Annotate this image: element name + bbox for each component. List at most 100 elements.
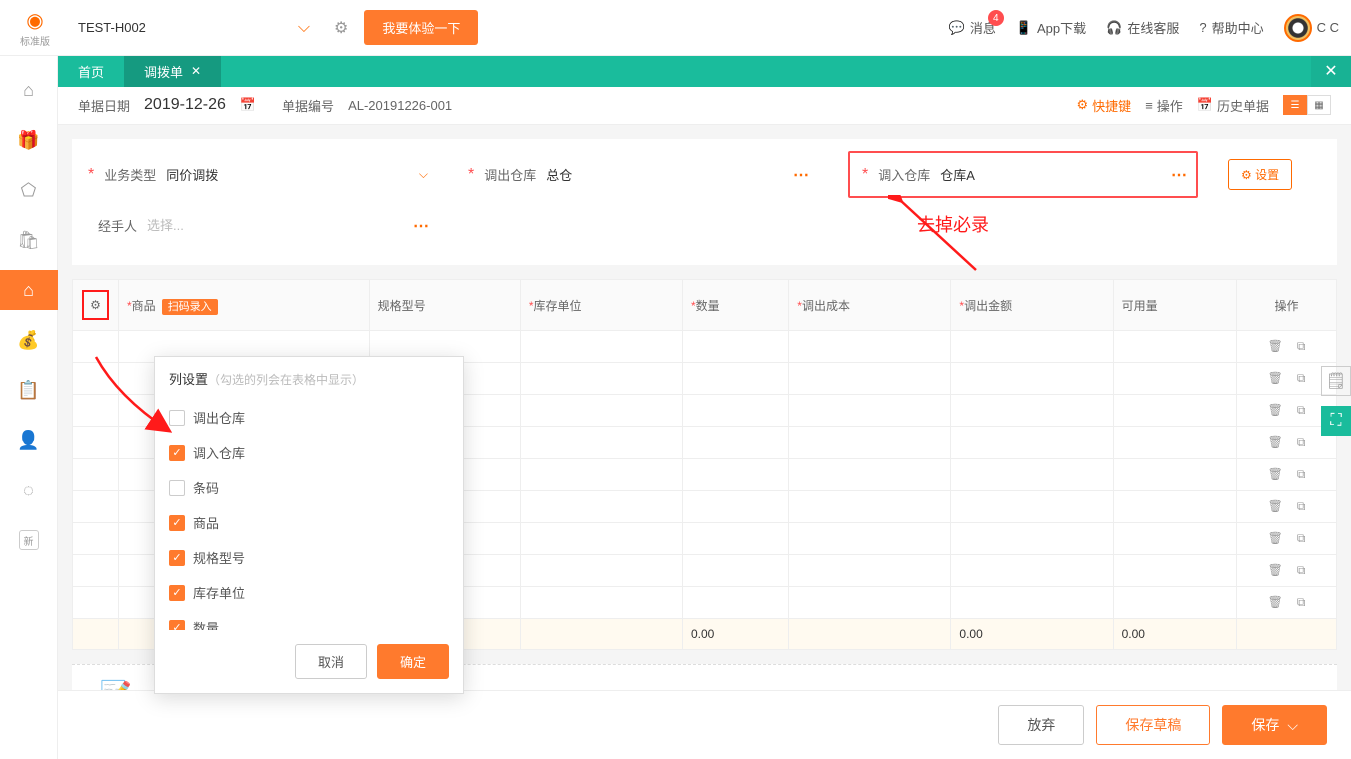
nav-clipboard-icon[interactable]: 📋 bbox=[19, 380, 39, 400]
col-out-amount: *调出金额 bbox=[951, 280, 1113, 331]
store-name: TEST-H002 bbox=[78, 20, 146, 35]
close-icon[interactable]: ✕ bbox=[191, 64, 201, 78]
gear-icon: ⚙ bbox=[1241, 168, 1252, 182]
logo[interactable]: ◉ 标准版 bbox=[12, 8, 58, 48]
nav-gift-icon[interactable]: 🎁 bbox=[19, 130, 39, 150]
list-icon: ≡ bbox=[1145, 98, 1153, 113]
nav-contact-icon[interactable]: 👤 bbox=[19, 430, 39, 450]
delete-icon[interactable]: 🗑 bbox=[1268, 403, 1283, 418]
doc-no-label: 单据编号 bbox=[282, 96, 334, 115]
handler-field[interactable]: 经手人 ⋯ bbox=[88, 216, 438, 235]
copy-icon[interactable]: ⧉ bbox=[1297, 563, 1306, 578]
copy-icon[interactable]: ⧉ bbox=[1297, 435, 1306, 450]
operate-link[interactable]: ≡操作 bbox=[1145, 96, 1183, 115]
annotation-arrow-icon bbox=[888, 195, 988, 285]
gear-icon[interactable]: ⚙ bbox=[334, 18, 348, 38]
handler-input[interactable] bbox=[147, 218, 438, 233]
more-icon[interactable]: ⋯ bbox=[793, 165, 808, 185]
delete-icon[interactable]: 🗑 bbox=[1268, 435, 1283, 450]
scan-button[interactable]: 扫码录入 bbox=[162, 299, 218, 315]
copy-icon[interactable]: ⧉ bbox=[1297, 339, 1306, 354]
nav-money-icon[interactable]: 💰 bbox=[19, 330, 39, 350]
nav-loading-icon[interactable]: ◌ bbox=[19, 480, 39, 500]
annotation-text: 去掉必录 bbox=[917, 211, 989, 237]
save-button[interactable]: 保存⌵ bbox=[1222, 705, 1327, 745]
copy-icon[interactable]: ⧉ bbox=[1297, 371, 1306, 386]
in-store-field[interactable]: *调入仓库 仓库A ⋯ bbox=[848, 151, 1198, 198]
column-option[interactable]: ✓规格型号 bbox=[169, 540, 449, 575]
column-option[interactable]: ✓库存单位 bbox=[169, 575, 449, 610]
delete-icon[interactable]: 🗑 bbox=[1268, 371, 1283, 386]
history-link[interactable]: 📅历史单据 bbox=[1197, 96, 1269, 115]
calendar-icon[interactable]: 📅 bbox=[240, 97, 256, 113]
close-all-icon[interactable]: ✕ bbox=[1311, 56, 1351, 87]
nav-bag-icon[interactable]: 🛍 bbox=[19, 230, 39, 250]
copy-icon[interactable]: ⧉ bbox=[1297, 595, 1306, 610]
headset-icon: 🎧 bbox=[1106, 20, 1122, 36]
nav-home-icon[interactable]: ⌂ bbox=[19, 80, 39, 100]
view-list-icon[interactable]: ☰ bbox=[1283, 95, 1307, 115]
online-service-link[interactable]: 🎧 在线客服 bbox=[1106, 18, 1179, 37]
nav-tag-icon[interactable]: ⬠ bbox=[19, 180, 39, 200]
column-option[interactable]: ✓调入仓库 bbox=[169, 435, 449, 470]
save-draft-button[interactable]: 保存草稿 bbox=[1096, 705, 1210, 745]
column-option[interactable]: 调出仓库 bbox=[169, 400, 449, 435]
sum-avail: 0.00 bbox=[1113, 619, 1236, 650]
column-option[interactable]: 条码 bbox=[169, 470, 449, 505]
delete-icon[interactable]: 🗑 bbox=[1268, 467, 1283, 482]
try-button[interactable]: 我要体验一下 bbox=[364, 10, 478, 45]
chevron-down-icon: ⌵ bbox=[298, 19, 310, 37]
doc-no-value: AL-20191226-001 bbox=[348, 98, 452, 113]
messages-link[interactable]: 💬 消息 4 bbox=[949, 18, 996, 37]
column-option[interactable]: ✓数量 bbox=[169, 610, 449, 630]
delete-icon[interactable]: 🗑 bbox=[1268, 563, 1283, 578]
tab-home[interactable]: 首页 bbox=[58, 56, 124, 87]
out-store-field[interactable]: *调出仓库 总仓 ⋯ bbox=[468, 165, 818, 184]
expand-icon[interactable]: ⛶ bbox=[1321, 406, 1351, 436]
copy-icon[interactable]: ⧉ bbox=[1297, 499, 1306, 514]
phone-icon: 📱 bbox=[1016, 20, 1032, 36]
abandon-button[interactable]: 放弃 bbox=[998, 705, 1084, 745]
chevron-down-icon: ⌵ bbox=[419, 167, 428, 182]
checkbox-icon: ✓ bbox=[169, 585, 185, 601]
col-qty: *数量 bbox=[682, 280, 788, 331]
settings-button[interactable]: ⚙ 设置 bbox=[1228, 159, 1292, 190]
more-icon[interactable]: ⋯ bbox=[1171, 165, 1186, 185]
app-download-link[interactable]: 📱 App下载 bbox=[1016, 18, 1086, 37]
doc-date-value[interactable]: 2019-12-26 bbox=[144, 96, 226, 114]
doc-toolbar: 单据日期 2019-12-26 📅 单据编号 AL-20191226-001 ⚙… bbox=[58, 87, 1351, 125]
col-out-cost: *调出成本 bbox=[789, 280, 951, 331]
column-settings-button[interactable]: ⚙ bbox=[82, 290, 109, 320]
help-center-link[interactable]: ? 帮助中心 bbox=[1199, 18, 1263, 37]
nav-warehouse-icon[interactable]: ⌂ bbox=[0, 270, 58, 310]
tab-transfer[interactable]: 调拨单 ✕ bbox=[124, 56, 221, 87]
column-list[interactable]: 调出仓库✓调入仓库条码✓商品✓规格型号✓库存单位✓数量单位2 bbox=[155, 400, 463, 630]
copy-icon[interactable]: ⧉ bbox=[1297, 403, 1306, 418]
header-right: 💬 消息 4 📱 App下载 🎧 在线客服 ? 帮助中心 C C bbox=[949, 14, 1339, 42]
confirm-button[interactable]: 确定 bbox=[377, 644, 449, 679]
copy-icon[interactable]: ⧉ bbox=[1297, 467, 1306, 482]
cancel-button[interactable]: 取消 bbox=[295, 644, 367, 679]
user-menu[interactable]: C C bbox=[1284, 14, 1339, 42]
copy-icon[interactable]: ⧉ bbox=[1297, 531, 1306, 546]
delete-icon[interactable]: 🗑 bbox=[1268, 531, 1283, 546]
view-grid-icon[interactable]: ▦ bbox=[1307, 95, 1331, 115]
shortcut-link[interactable]: ⚙快捷键 bbox=[1077, 96, 1132, 115]
delete-icon[interactable]: 🗑 bbox=[1268, 499, 1283, 514]
biz-type-field[interactable]: *业务类型 同价调拨 ⌵ bbox=[88, 165, 438, 184]
chat-icon: 💬 bbox=[949, 20, 965, 36]
edition-label: 标准版 bbox=[20, 33, 50, 48]
message-badge: 4 bbox=[988, 10, 1004, 26]
sum-amount: 0.00 bbox=[951, 619, 1113, 650]
col-unit: *库存单位 bbox=[520, 280, 682, 331]
note-toggle-icon[interactable]: 🗒 bbox=[1321, 366, 1351, 396]
delete-icon[interactable]: 🗑 bbox=[1268, 595, 1283, 610]
delete-icon[interactable]: 🗑 bbox=[1268, 339, 1283, 354]
nav-new-icon[interactable]: 新 bbox=[19, 530, 39, 550]
top-header: ◉ 标准版 TEST-H002 ⌵ ⚙ 我要体验一下 💬 消息 4 📱 App下… bbox=[0, 0, 1351, 56]
store-selector[interactable]: TEST-H002 ⌵ bbox=[78, 12, 318, 44]
more-icon[interactable]: ⋯ bbox=[413, 216, 428, 236]
column-option[interactable]: ✓商品 bbox=[169, 505, 449, 540]
col-product: *商品扫码录入 bbox=[119, 280, 370, 331]
popup-title: 列设置（勾选的列会在表格中显示） bbox=[155, 357, 463, 400]
